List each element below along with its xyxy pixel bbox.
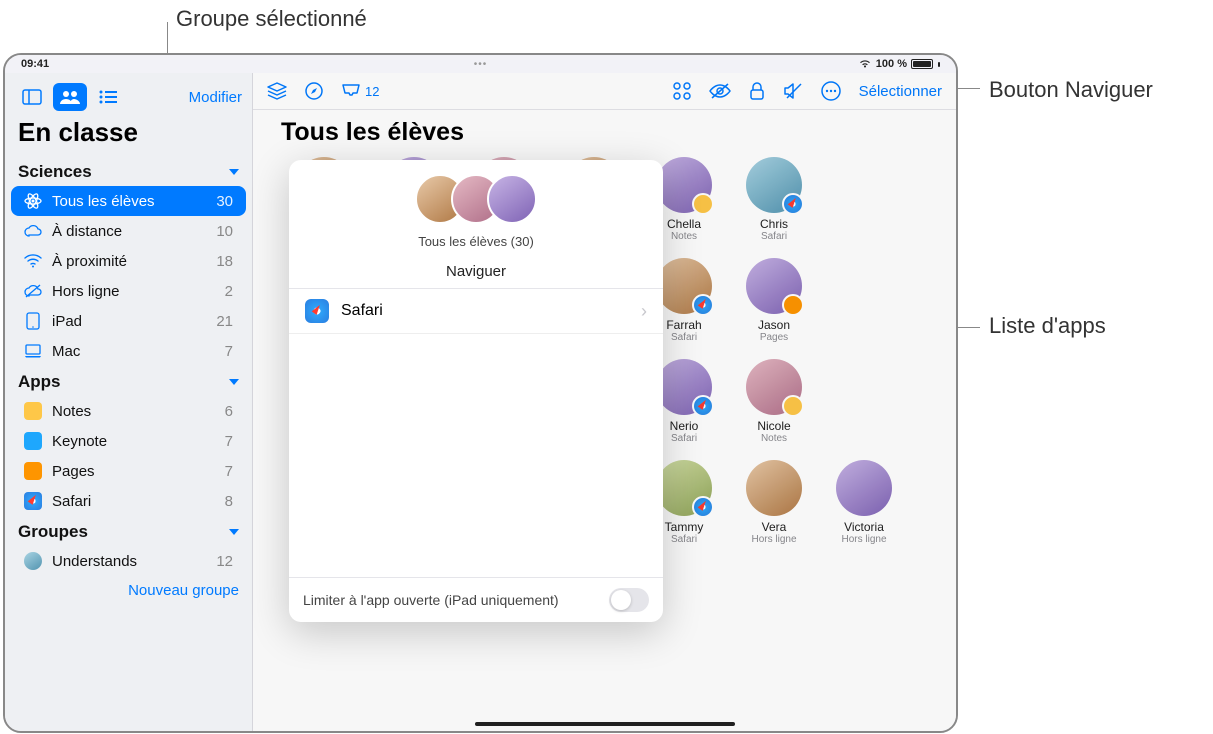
sidebar-item-count: 30 bbox=[216, 193, 233, 210]
sidebar-item-count: 7 bbox=[225, 463, 233, 480]
sidebar-item-à-proximité[interactable]: À proximité 18 bbox=[11, 246, 246, 276]
sidebar-item-label: Understands bbox=[52, 553, 137, 570]
atom-icon bbox=[24, 192, 42, 210]
chevron-right-icon: › bbox=[641, 301, 647, 322]
sidebar-item-à-distance[interactable]: À distance 10 bbox=[11, 216, 246, 246]
sidebar-item-label: Notes bbox=[52, 403, 91, 420]
ipad-screen: ••• 09:41 100 % bbox=[3, 53, 958, 733]
multitask-dots[interactable]: ••• bbox=[474, 59, 488, 70]
status-battery-pct: 100 % bbox=[876, 58, 907, 70]
app-icon bbox=[24, 432, 42, 450]
new-group-button[interactable]: Nouveau groupe bbox=[5, 576, 252, 605]
sidebar-toggle-button[interactable] bbox=[15, 83, 49, 111]
sidebar-item-count: 2 bbox=[225, 283, 233, 300]
list-view-button[interactable] bbox=[91, 83, 125, 111]
group-avatar-icon bbox=[24, 552, 42, 570]
cloud-slash-icon bbox=[24, 282, 42, 300]
section-groups[interactable]: Groupes bbox=[5, 516, 252, 546]
list-icon bbox=[98, 89, 118, 105]
sidebar-app-notes[interactable]: Notes 6 bbox=[11, 396, 246, 426]
section-apps[interactable]: Apps bbox=[5, 366, 252, 396]
sidebar-item-count: 12 bbox=[216, 553, 233, 570]
popover-avatars bbox=[415, 174, 537, 224]
callout-apps-list: Liste d'apps bbox=[989, 313, 1106, 339]
sidebar-item-count: 10 bbox=[216, 223, 233, 240]
popover-footer-label: Limiter à l'app ouverte (iPad uniquement… bbox=[303, 592, 559, 608]
people-view-button[interactable] bbox=[53, 83, 87, 111]
popover-title: Naviguer bbox=[446, 263, 506, 280]
sidebar-item-label: À proximité bbox=[52, 253, 127, 270]
popover-subtitle: Tous les élèves (30) bbox=[418, 234, 534, 249]
wifi-icon bbox=[24, 252, 42, 270]
section-label: Apps bbox=[18, 372, 61, 392]
popover-row-label: Safari bbox=[341, 302, 383, 320]
app-icon bbox=[24, 462, 42, 480]
sidebar-item-count: 7 bbox=[225, 343, 233, 360]
wifi-icon bbox=[858, 59, 872, 69]
sidebar-item-label: Tous les élèves bbox=[52, 193, 155, 210]
sidebar-group-understands[interactable]: Understands 12 bbox=[11, 546, 246, 576]
section-label: Sciences bbox=[18, 162, 92, 182]
callout-navigate-button: Bouton Naviguer bbox=[989, 77, 1153, 103]
battery-icon bbox=[911, 59, 933, 69]
callout-group-selected: Groupe sélectionné bbox=[176, 6, 367, 32]
sidebar-item-label: Hors ligne bbox=[52, 283, 120, 300]
chevron-down-icon bbox=[229, 529, 239, 535]
sidebar-app-pages[interactable]: Pages 7 bbox=[11, 456, 246, 486]
sidebar-item-count: 21 bbox=[216, 313, 233, 330]
sidebar-item-count: 6 bbox=[225, 403, 233, 420]
app-icon bbox=[24, 492, 42, 510]
section-label: Groupes bbox=[18, 522, 88, 542]
ipad-icon bbox=[24, 312, 42, 330]
sidebar-item-tous-les-élèves[interactable]: Tous les élèves 30 bbox=[11, 186, 246, 216]
popover-apps-list: Safari › bbox=[289, 288, 663, 577]
people-icon bbox=[59, 89, 81, 105]
sidebar: Modifier En classe Sciences Tous les élè… bbox=[5, 73, 253, 731]
sidebar-item-hors-ligne[interactable]: Hors ligne 2 bbox=[11, 276, 246, 306]
sidebar-item-mac[interactable]: Mac 7 bbox=[11, 336, 246, 366]
app-icon bbox=[24, 402, 42, 420]
sidebar-item-label: Keynote bbox=[52, 433, 107, 450]
sidebar-item-label: À distance bbox=[52, 223, 122, 240]
section-sciences[interactable]: Sciences bbox=[5, 156, 252, 186]
sidebar-app-keynote[interactable]: Keynote 7 bbox=[11, 426, 246, 456]
sidebar-item-label: Safari bbox=[52, 493, 91, 510]
mac-icon bbox=[24, 342, 42, 360]
safari-icon bbox=[305, 299, 329, 323]
sidebar-item-label: Mac bbox=[52, 343, 80, 360]
sidebar-item-label: Pages bbox=[52, 463, 95, 480]
sidebar-item-label: iPad bbox=[52, 313, 82, 330]
app-title: En classe bbox=[5, 117, 252, 156]
cloud-icon bbox=[24, 222, 42, 240]
edit-button[interactable]: Modifier bbox=[189, 89, 242, 106]
sidebar-icon bbox=[22, 89, 42, 105]
chevron-down-icon bbox=[229, 379, 239, 385]
sidebar-item-count: 7 bbox=[225, 433, 233, 450]
sidebar-item-ipad[interactable]: iPad 21 bbox=[11, 306, 246, 336]
sidebar-app-safari[interactable]: Safari 8 bbox=[11, 486, 246, 516]
popover-app-row[interactable]: Safari › bbox=[289, 289, 663, 334]
limit-app-toggle[interactable] bbox=[609, 588, 649, 612]
status-time: 09:41 bbox=[21, 58, 49, 70]
sidebar-item-count: 18 bbox=[216, 253, 233, 270]
chevron-down-icon bbox=[229, 169, 239, 175]
sidebar-item-count: 8 bbox=[225, 493, 233, 510]
navigate-popover: Tous les élèves (30) Naviguer Safari › Li… bbox=[289, 160, 663, 622]
